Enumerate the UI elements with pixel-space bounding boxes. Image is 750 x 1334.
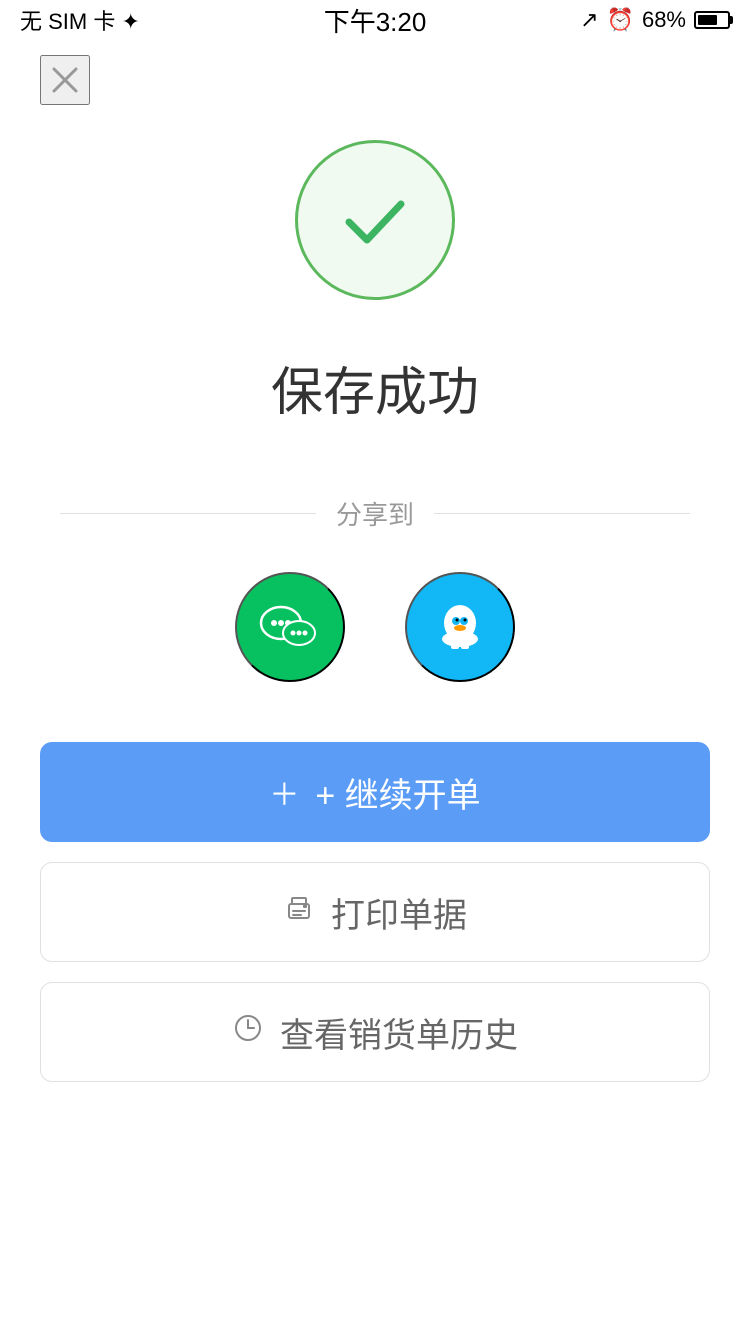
- success-circle: [295, 140, 455, 300]
- qq-icon: [430, 597, 490, 657]
- share-section: 分享到: [0, 495, 750, 682]
- close-icon: [50, 65, 80, 95]
- status-time: 下午3:20: [324, 2, 427, 39]
- action-buttons: ＋ + 继续开单 打印单据 查看销货单: [0, 742, 750, 1082]
- plus-icon: ＋: [269, 770, 299, 814]
- divider-left: [60, 513, 316, 514]
- alarm-icon: ⏰: [607, 7, 634, 33]
- location-icon: ↗: [580, 7, 598, 33]
- share-divider: 分享到: [0, 495, 750, 532]
- status-left: 无 SIM 卡 ✦: [20, 4, 140, 36]
- status-right: ↗ ⏰ 68%: [580, 7, 730, 33]
- printer-icon: [283, 892, 315, 932]
- battery-percent: 68%: [642, 7, 686, 33]
- print-label: 打印单据: [331, 888, 467, 937]
- continue-button[interactable]: ＋ + 继续开单: [40, 742, 710, 842]
- qq-share-button[interactable]: [405, 572, 515, 682]
- share-label: 分享到: [336, 495, 414, 532]
- wechat-icon: [259, 601, 321, 653]
- main-content: 保存成功 分享到: [0, 40, 750, 1334]
- success-title: 保存成功: [271, 350, 479, 425]
- close-button[interactable]: [40, 55, 90, 105]
- history-label: 查看销货单历史: [280, 1008, 518, 1057]
- checkmark-icon: [335, 180, 415, 260]
- status-bar: 无 SIM 卡 ✦ 下午3:20 ↗ ⏰ 68%: [0, 0, 750, 40]
- share-icons: [235, 572, 515, 682]
- no-sim-label: 无 SIM 卡 ✦: [20, 4, 140, 36]
- continue-label: + 继续开单: [315, 768, 480, 817]
- divider-right: [434, 513, 690, 514]
- wechat-share-button[interactable]: [235, 572, 345, 682]
- history-icon: [232, 1012, 264, 1052]
- print-button[interactable]: 打印单据: [40, 862, 710, 962]
- battery-icon: [694, 11, 730, 29]
- history-button[interactable]: 查看销货单历史: [40, 982, 710, 1082]
